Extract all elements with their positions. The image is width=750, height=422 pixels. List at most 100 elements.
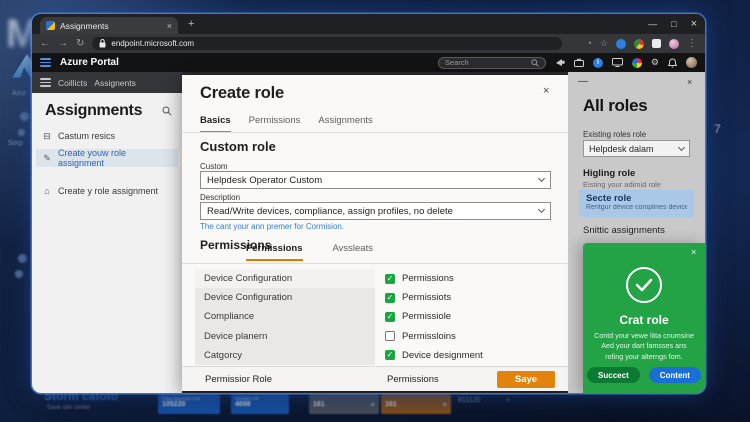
browser-tabstrip: Assignments × + — □ ×: [32, 14, 705, 34]
portal-search-input[interactable]: Search: [437, 56, 546, 69]
new-tab-button[interactable]: +: [188, 18, 194, 30]
browser-addressbar: ← → ↻ endpoint.microsoft.com ◔ ☆ ⋮: [32, 34, 705, 53]
sidebar-item-create-role[interactable]: ⌂ Create y role assignment: [36, 182, 178, 200]
chevron-down-icon: [677, 143, 686, 151]
minimize-button[interactable]: —: [648, 19, 657, 29]
footer-permissions-label: Permissions: [387, 374, 439, 385]
extension-colorful-icon[interactable]: [634, 38, 644, 49]
pencil-icon: ✎: [43, 152, 51, 163]
panel-close-icon[interactable]: ×: [687, 77, 692, 87]
dialog-close-icon[interactable]: ×: [543, 85, 549, 97]
permission-checkbox-list: Permissions Permissiots Permissiole Perm…: [385, 269, 555, 365]
briefcase-icon[interactable]: [573, 58, 584, 67]
forward-icon[interactable]: →: [58, 38, 68, 49]
home-icon: ⌂: [44, 186, 50, 196]
checkbox[interactable]: [385, 311, 395, 322]
bookmark-star-icon[interactable]: ☆: [600, 39, 608, 48]
extensions-icon[interactable]: ◔: [586, 39, 591, 48]
checkbox[interactable]: [385, 273, 395, 284]
permissions-tabs: Permissions Avssleats: [246, 243, 373, 261]
url-bar[interactable]: endpoint.microsoft.com: [92, 37, 563, 50]
people-icon: [18, 254, 27, 263]
tab-assignments-inner[interactable]: Avssleats: [333, 243, 373, 261]
menu-kebab-icon[interactable]: ⋮: [687, 38, 697, 49]
permission-categories-list: Device Configuration Device Configuratio…: [195, 269, 375, 365]
browser-tab[interactable]: Assignments ×: [40, 17, 178, 34]
tab-permissions[interactable]: Permissions: [249, 115, 301, 133]
sidebar-item-label: Create youw role assignment: [58, 148, 127, 168]
desktop-label-scope: Sorp: [8, 140, 23, 147]
content-button[interactable]: Content: [648, 367, 701, 383]
sidebar-title: Assignments: [45, 102, 143, 119]
panel-minimize-icon[interactable]: —: [578, 76, 588, 87]
back-icon[interactable]: ←: [40, 38, 50, 49]
category-row[interactable]: Device Configuration: [195, 288, 375, 307]
desktop-label-azure: Azur: [12, 90, 27, 97]
url-text: endpoint.microsoft.com: [111, 39, 195, 48]
sidebar-item-label: Create y role assignment: [58, 186, 159, 196]
breadcrumb-item[interactable]: Assignents: [94, 78, 136, 88]
selected-role-title: Secte role: [586, 193, 632, 204]
category-row[interactable]: Catgorcy: [195, 346, 375, 365]
permissions-info-link[interactable]: The cant your ann premer for Cormision.: [200, 222, 344, 231]
close-button[interactable]: ×: [691, 18, 697, 30]
permission-row: Permissiole: [385, 307, 555, 326]
bottom-subtitle: Save ster center: [47, 405, 91, 411]
monitor-icon[interactable]: [611, 58, 623, 67]
checkbox[interactable]: [385, 331, 395, 342]
browser-window: Assignments × + — □ × ← → ↻ endpoint.mic…: [32, 14, 705, 393]
dialog-title: Create role: [200, 84, 285, 102]
breadcrumb-menu-icon[interactable]: [40, 78, 51, 87]
portal-content: Coillicts Assignents Assignments ⊟ Castu…: [32, 72, 705, 393]
toast-title: Crat role: [619, 313, 669, 327]
extension-blue-icon[interactable]: [616, 38, 626, 49]
selected-role-item[interactable]: Secte role Rentgur device complines devi…: [579, 190, 694, 217]
checkmark-circle-icon: [626, 267, 662, 303]
tab-basics[interactable]: Basics: [200, 115, 231, 133]
sidebar-item-custom-roles[interactable]: ⊟ Castum resics: [36, 127, 178, 145]
desktop-number: 7: [714, 122, 721, 136]
category-row[interactable]: Compliance: [195, 307, 375, 326]
custom-field-label: Custom: [200, 162, 228, 171]
edge-browser-icon[interactable]: [631, 57, 642, 68]
gear-icon[interactable]: ⚙: [651, 58, 659, 67]
tab-title: Assignments: [60, 20, 109, 31]
description-field-dropdown[interactable]: Read/Write devices, compliance, assign p…: [200, 202, 551, 220]
stat-tile: Casa Nacedas Cat 105220: [158, 394, 220, 414]
panel-title: All roles: [583, 96, 648, 115]
hamburger-menu-icon[interactable]: [40, 58, 51, 67]
plus-icon: +: [370, 400, 375, 409]
existing-roles-dropdown[interactable]: Helpdesk dalam: [583, 140, 690, 157]
category-row[interactable]: Device Configuration: [195, 269, 375, 289]
megaphone-icon[interactable]: [555, 58, 565, 67]
tab-assignments[interactable]: Assignments: [318, 115, 372, 133]
custom-field-dropdown[interactable]: Helpdesk Operator Custom: [200, 171, 551, 189]
tile-value: 105220: [162, 401, 186, 408]
save-button[interactable]: Saye: [497, 370, 555, 388]
toast-close-icon[interactable]: ×: [691, 247, 696, 257]
checkbox[interactable]: [385, 292, 395, 303]
description-field-value: Read/Write devices, compliance, assign p…: [207, 205, 453, 217]
extension-white-icon[interactable]: [652, 39, 661, 48]
permission-row: Permissiots: [385, 288, 555, 307]
existing-roles-label: Existing roles role: [583, 130, 647, 139]
breadcrumb-item[interactable]: Coillicts: [58, 78, 87, 88]
browser-profile-avatar[interactable]: [669, 38, 679, 49]
maximize-button[interactable]: □: [671, 19, 676, 29]
tab-permissions-inner[interactable]: Permissions: [246, 243, 303, 261]
sidebar-item-create-role-assignment[interactable]: ✎ Create youw role assignment: [36, 148, 178, 168]
checkbox[interactable]: [385, 350, 395, 361]
tab-close-icon[interactable]: ×: [167, 21, 172, 31]
info-icon[interactable]: i: [592, 57, 603, 68]
group-icon: [18, 129, 25, 136]
success-button[interactable]: Succect: [587, 367, 640, 383]
permission-label: Permissiots: [402, 292, 452, 304]
permission-label: Permissiole: [402, 311, 452, 323]
bell-icon[interactable]: [668, 57, 677, 68]
sidebar-search-icon[interactable]: [162, 106, 172, 116]
portal-avatar[interactable]: [686, 57, 697, 68]
reload-icon[interactable]: ↻: [76, 38, 84, 49]
category-row[interactable]: Device planern: [195, 327, 375, 346]
description-field-label: Description: [200, 193, 241, 202]
custom-role-heading: Custom role: [200, 139, 276, 154]
